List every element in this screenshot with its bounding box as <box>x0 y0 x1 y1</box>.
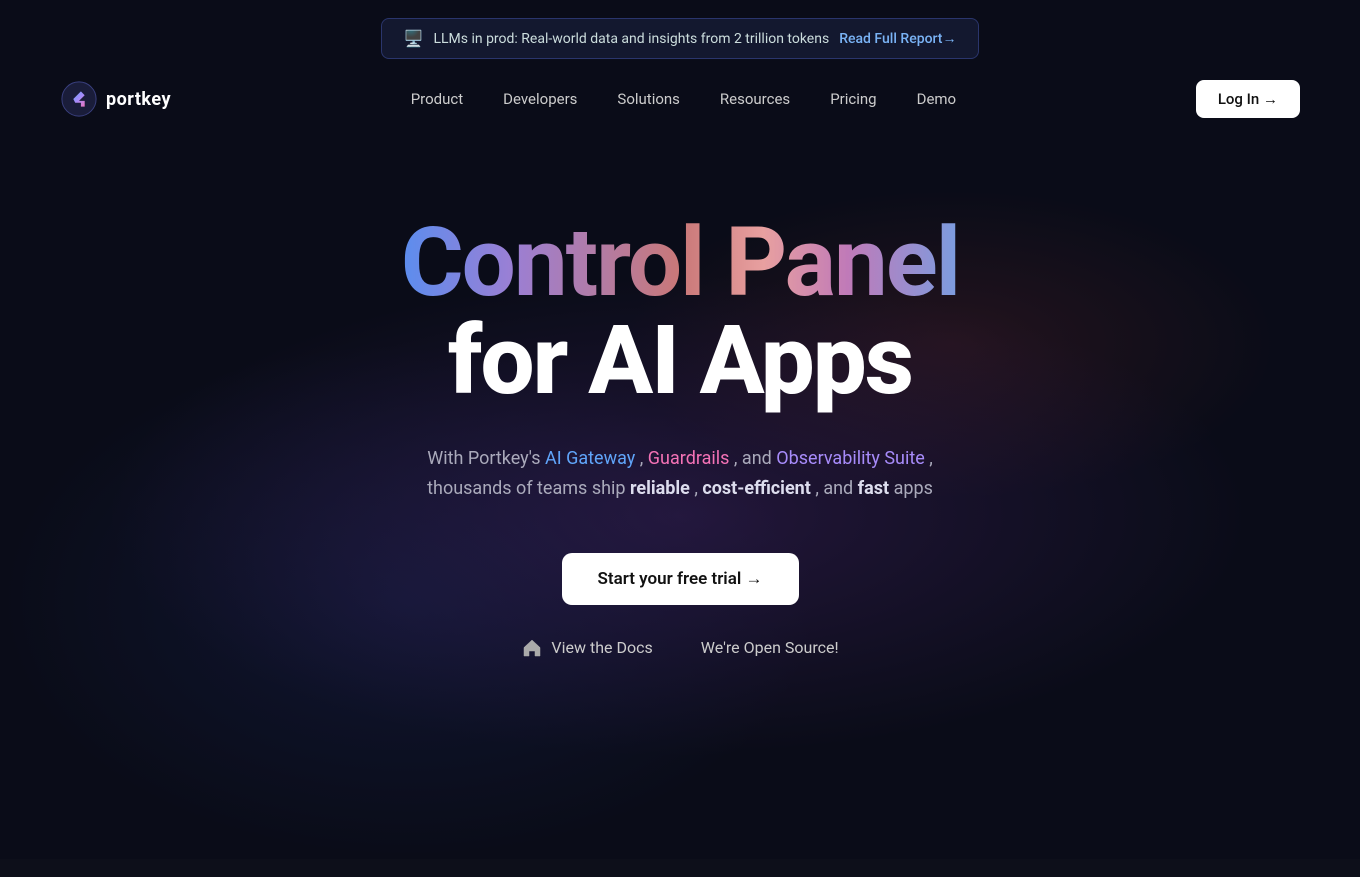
nav-item-solutions[interactable]: Solutions <box>599 82 698 116</box>
ai-gateway-link[interactable]: AI Gateway <box>545 448 635 469</box>
opensource-link[interactable]: We're Open Source! <box>701 638 839 657</box>
login-button[interactable]: Log In → <box>1196 80 1300 118</box>
banner-text: LLMs in prod: Real-world data and insigh… <box>433 31 829 47</box>
hero-title-line1: Control Panel <box>401 215 959 311</box>
navbar: portkey Product Developers Solutions Res… <box>0 63 1360 135</box>
portkey-logo-icon <box>60 80 98 118</box>
announcement-banner: 🖥️ LLMs in prod: Real-world data and ins… <box>381 18 980 59</box>
subtitle-text-6: , and <box>815 478 857 499</box>
docs-link[interactable]: View the Docs <box>521 637 652 659</box>
hero-secondary-links: View the Docs We're Open Source! <box>521 637 838 659</box>
subtitle-text-7: apps <box>894 478 933 499</box>
nav-item-product[interactable]: Product <box>393 82 481 116</box>
subtitle-bold-reliable: reliable <box>630 478 690 499</box>
subtitle-bold-cost: cost-efficient <box>702 478 810 499</box>
banner-emoji: 🖥️ <box>404 29 424 48</box>
nav-item-demo[interactable]: Demo <box>899 82 975 116</box>
logo-text: portkey <box>106 89 171 110</box>
banner-link[interactable]: Read Full Report→ <box>839 30 956 47</box>
subtitle-text-2: , <box>640 448 648 469</box>
hero-title-line2: for AI Apps <box>448 311 912 412</box>
nav-item-pricing[interactable]: Pricing <box>812 82 894 116</box>
cta-button[interactable]: Start your free trial → <box>562 553 799 605</box>
nav-right: Log In → <box>1196 80 1300 118</box>
home-icon <box>521 637 543 659</box>
nav-links: Product Developers Solutions Resources P… <box>393 82 974 116</box>
subtitle-bold-fast: fast <box>858 478 889 499</box>
observability-link[interactable]: Observability Suite <box>776 448 925 469</box>
guardrails-link[interactable]: Guardrails <box>648 448 730 469</box>
subtitle-text-1: With Portkey's <box>427 448 545 469</box>
hero-subtitle: With Portkey's AI Gateway , Guardrails ,… <box>427 444 933 505</box>
nav-item-resources[interactable]: Resources <box>702 82 808 116</box>
docs-label: View the Docs <box>551 638 652 657</box>
nav-item-developers[interactable]: Developers <box>485 82 595 116</box>
hero-section: Control Panel for AI Apps With Portkey's… <box>0 135 1360 659</box>
logo[interactable]: portkey <box>60 80 171 118</box>
subtitle-text-3: , and <box>734 448 776 469</box>
